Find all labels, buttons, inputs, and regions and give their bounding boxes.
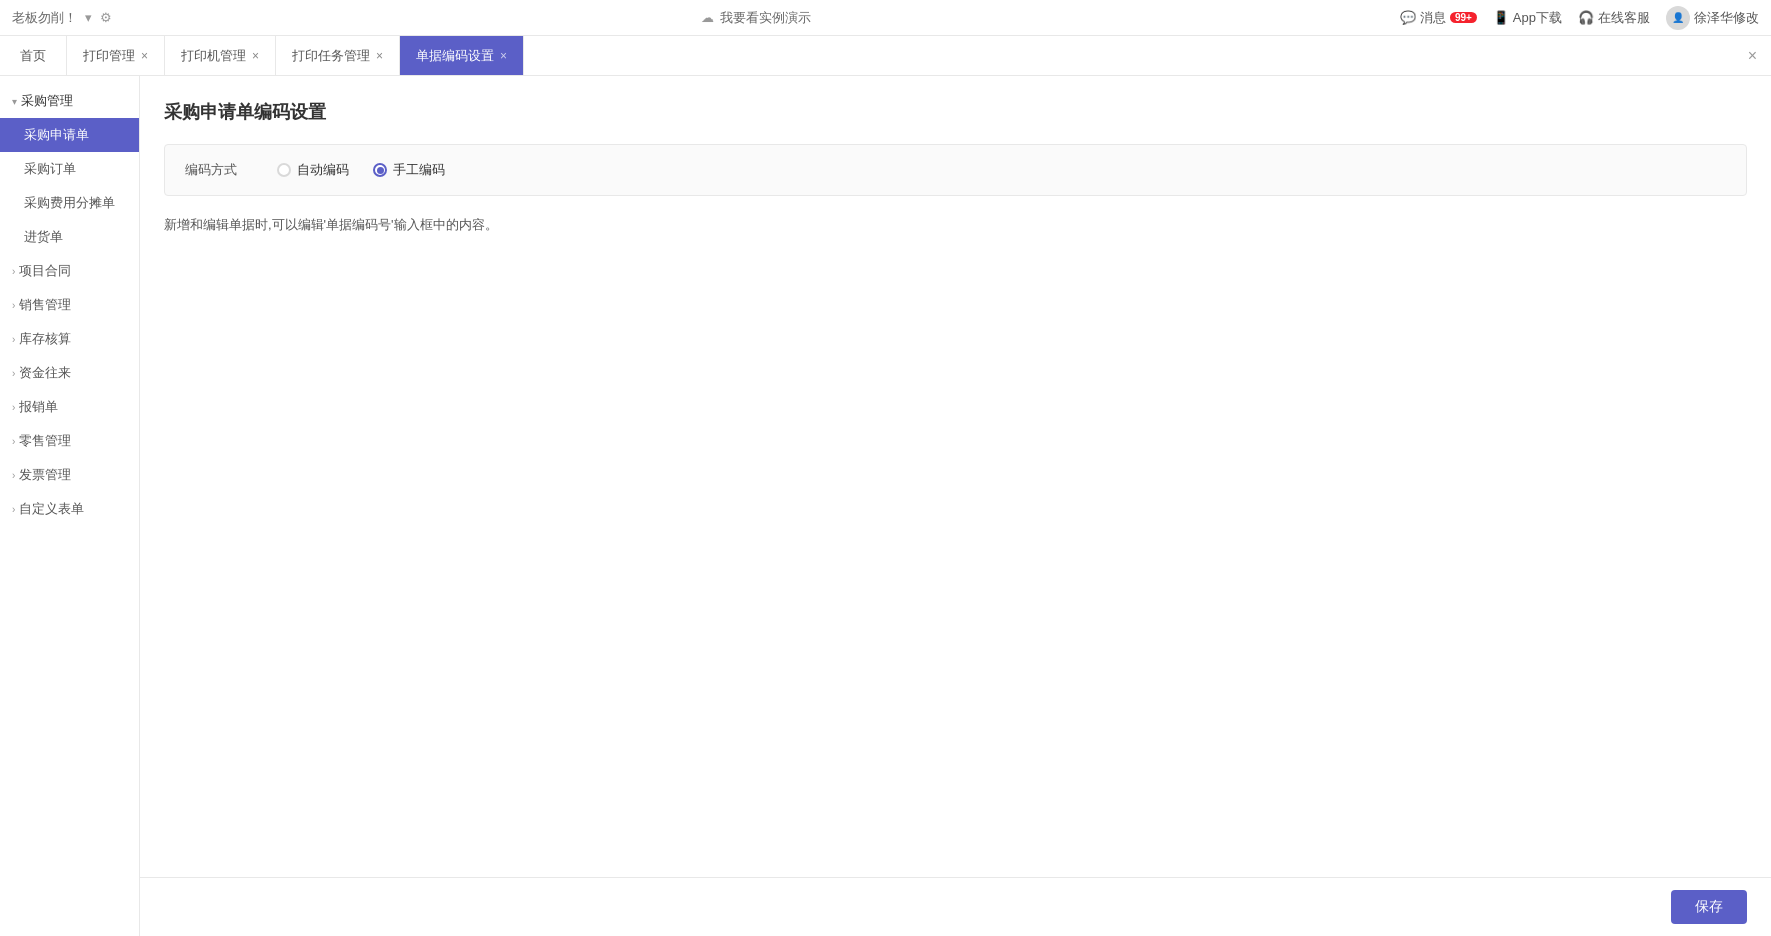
procurement-label: 采购管理 — [21, 92, 73, 110]
retail-label: 零售管理 — [19, 432, 71, 450]
sidebar-group-retail[interactable]: › 零售管理 — [0, 424, 139, 458]
tab-single-code[interactable]: 单据编码设置 × — [400, 36, 524, 75]
tab-printer-management[interactable]: 打印机管理 × — [165, 36, 276, 75]
tab-single-code-close[interactable]: × — [500, 49, 507, 63]
message-label: 消息 — [1420, 9, 1446, 27]
retail-arrow-icon: › — [12, 436, 15, 447]
capital-arrow-icon: › — [12, 368, 15, 379]
sidebar-item-purchase-request[interactable]: 采购申请单 — [0, 118, 139, 152]
sidebar-group-inventory[interactable]: › 库存核算 — [0, 322, 139, 356]
sales-label: 销售管理 — [19, 296, 71, 314]
sidebar-item-purchase-expense-label: 采购费用分摊单 — [24, 195, 115, 210]
top-bar: 老板勿削！ ▾ ⚙ ☁ 我要看实例演示 💬 消息 99+ 📱 App下载 🎧 在… — [0, 0, 1771, 36]
headset-icon: 🎧 — [1578, 10, 1594, 25]
tab-bar-close-button[interactable]: × — [1734, 47, 1771, 65]
avatar: 👤 — [1666, 6, 1690, 30]
tab-print-task-label: 打印任务管理 — [292, 47, 370, 65]
user-label: 徐泽华修改 — [1694, 9, 1759, 27]
project-contract-arrow-icon: › — [12, 266, 15, 277]
app-download-nav[interactable]: 📱 App下载 — [1493, 9, 1562, 27]
sidebar-group-capital[interactable]: › 资金往来 — [0, 356, 139, 390]
sidebar-group-project-contract[interactable]: › 项目合同 — [0, 254, 139, 288]
sidebar-item-purchase-order[interactable]: 采购订单 — [0, 152, 139, 186]
sidebar-group-sales[interactable]: › 销售管理 — [0, 288, 139, 322]
radio-manual[interactable]: 手工编码 — [373, 161, 445, 179]
online-service-nav[interactable]: 🎧 在线客服 — [1578, 9, 1650, 27]
message-badge: 99+ — [1450, 12, 1477, 23]
procurement-arrow-icon: ▾ — [12, 96, 17, 107]
dropdown-icon[interactable]: ▾ — [85, 10, 92, 25]
capital-label: 资金往来 — [19, 364, 71, 382]
tab-bar: 首页 打印管理 × 打印机管理 × 打印任务管理 × 单据编码设置 × × — [0, 36, 1771, 76]
sidebar-group-procurement-title[interactable]: ▾ 采购管理 — [0, 84, 139, 118]
tab-home[interactable]: 首页 — [0, 36, 67, 75]
footer-bar: 保存 — [140, 877, 1771, 936]
app-icon: 📱 — [1493, 10, 1509, 25]
service-label: 在线客服 — [1598, 9, 1650, 27]
tab-print-management-label: 打印管理 — [83, 47, 135, 65]
tab-home-label: 首页 — [20, 47, 46, 65]
sidebar-group-invoice[interactable]: › 发票管理 — [0, 458, 139, 492]
main-content: 采购申请单编码设置 编码方式 自动编码 手工编码 新增和编辑单据时,可以编辑'单… — [140, 76, 1771, 936]
returns-arrow-icon: › — [12, 402, 15, 413]
encoding-label: 编码方式 — [185, 161, 237, 179]
radio-manual-label: 手工编码 — [393, 161, 445, 179]
sales-arrow-icon: › — [12, 300, 15, 311]
user-nav[interactable]: 👤 徐泽华修改 — [1666, 6, 1759, 30]
inventory-arrow-icon: › — [12, 334, 15, 345]
sidebar: ▾ 采购管理 采购申请单 采购订单 采购费用分摊单 进货单 › 项目合同 › 销… — [0, 76, 140, 936]
radio-manual-circle — [373, 163, 387, 177]
page-title: 采购申请单编码设置 — [164, 100, 1747, 124]
layout: ▾ 采购管理 采购申请单 采购订单 采购费用分摊单 进货单 › 项目合同 › 销… — [0, 76, 1771, 936]
custom-form-arrow-icon: › — [12, 504, 15, 515]
message-nav[interactable]: 💬 消息 99+ — [1400, 9, 1477, 27]
radio-auto-label: 自动编码 — [297, 161, 349, 179]
returns-label: 报销单 — [19, 398, 58, 416]
top-bar-left: 老板勿削！ ▾ ⚙ — [12, 9, 112, 27]
sidebar-group-returns[interactable]: › 报销单 — [0, 390, 139, 424]
tab-print-management[interactable]: 打印管理 × — [67, 36, 165, 75]
content-area: 采购申请单编码设置 编码方式 自动编码 手工编码 新增和编辑单据时,可以编辑'单… — [140, 76, 1771, 877]
sidebar-item-purchase-order-label: 采购订单 — [24, 161, 76, 176]
tab-printer-management-close[interactable]: × — [252, 49, 259, 63]
sidebar-group-custom-form[interactable]: › 自定义表单 — [0, 492, 139, 526]
inventory-label: 库存核算 — [19, 330, 71, 348]
save-button[interactable]: 保存 — [1671, 890, 1747, 924]
sidebar-group-procurement: ▾ 采购管理 采购申请单 采购订单 采购费用分摊单 进货单 — [0, 84, 139, 254]
tab-single-code-label: 单据编码设置 — [416, 47, 494, 65]
message-icon: 💬 — [1400, 10, 1416, 25]
top-bar-center: ☁ 我要看实例演示 — [701, 9, 811, 27]
settings-icon[interactable]: ⚙ — [100, 10, 112, 25]
radio-auto-circle — [277, 163, 291, 177]
tab-print-task[interactable]: 打印任务管理 × — [276, 36, 400, 75]
tab-print-task-close[interactable]: × — [376, 49, 383, 63]
radio-auto[interactable]: 自动编码 — [277, 161, 349, 179]
brand-label: 老板勿削！ — [12, 9, 77, 27]
radio-group: 自动编码 手工编码 — [277, 161, 445, 179]
hint-text: 新增和编辑单据时,可以编辑'单据编码号'输入框中的内容。 — [164, 216, 1747, 234]
center-text[interactable]: 我要看实例演示 — [720, 9, 811, 27]
invoice-arrow-icon: › — [12, 470, 15, 481]
encoding-form: 编码方式 自动编码 手工编码 — [164, 144, 1747, 196]
sidebar-item-receipt-label: 进货单 — [24, 229, 63, 244]
top-bar-right: 💬 消息 99+ 📱 App下载 🎧 在线客服 👤 徐泽华修改 — [1400, 6, 1759, 30]
sidebar-item-purchase-expense[interactable]: 采购费用分摊单 — [0, 186, 139, 220]
invoice-label: 发票管理 — [19, 466, 71, 484]
sidebar-item-purchase-request-label: 采购申请单 — [24, 127, 89, 142]
app-label: App下载 — [1513, 9, 1562, 27]
sidebar-item-receipt[interactable]: 进货单 — [0, 220, 139, 254]
project-contract-label: 项目合同 — [19, 262, 71, 280]
cloud-icon: ☁ — [701, 10, 714, 25]
custom-form-label: 自定义表单 — [19, 500, 84, 518]
tab-printer-management-label: 打印机管理 — [181, 47, 246, 65]
tab-print-management-close[interactable]: × — [141, 49, 148, 63]
